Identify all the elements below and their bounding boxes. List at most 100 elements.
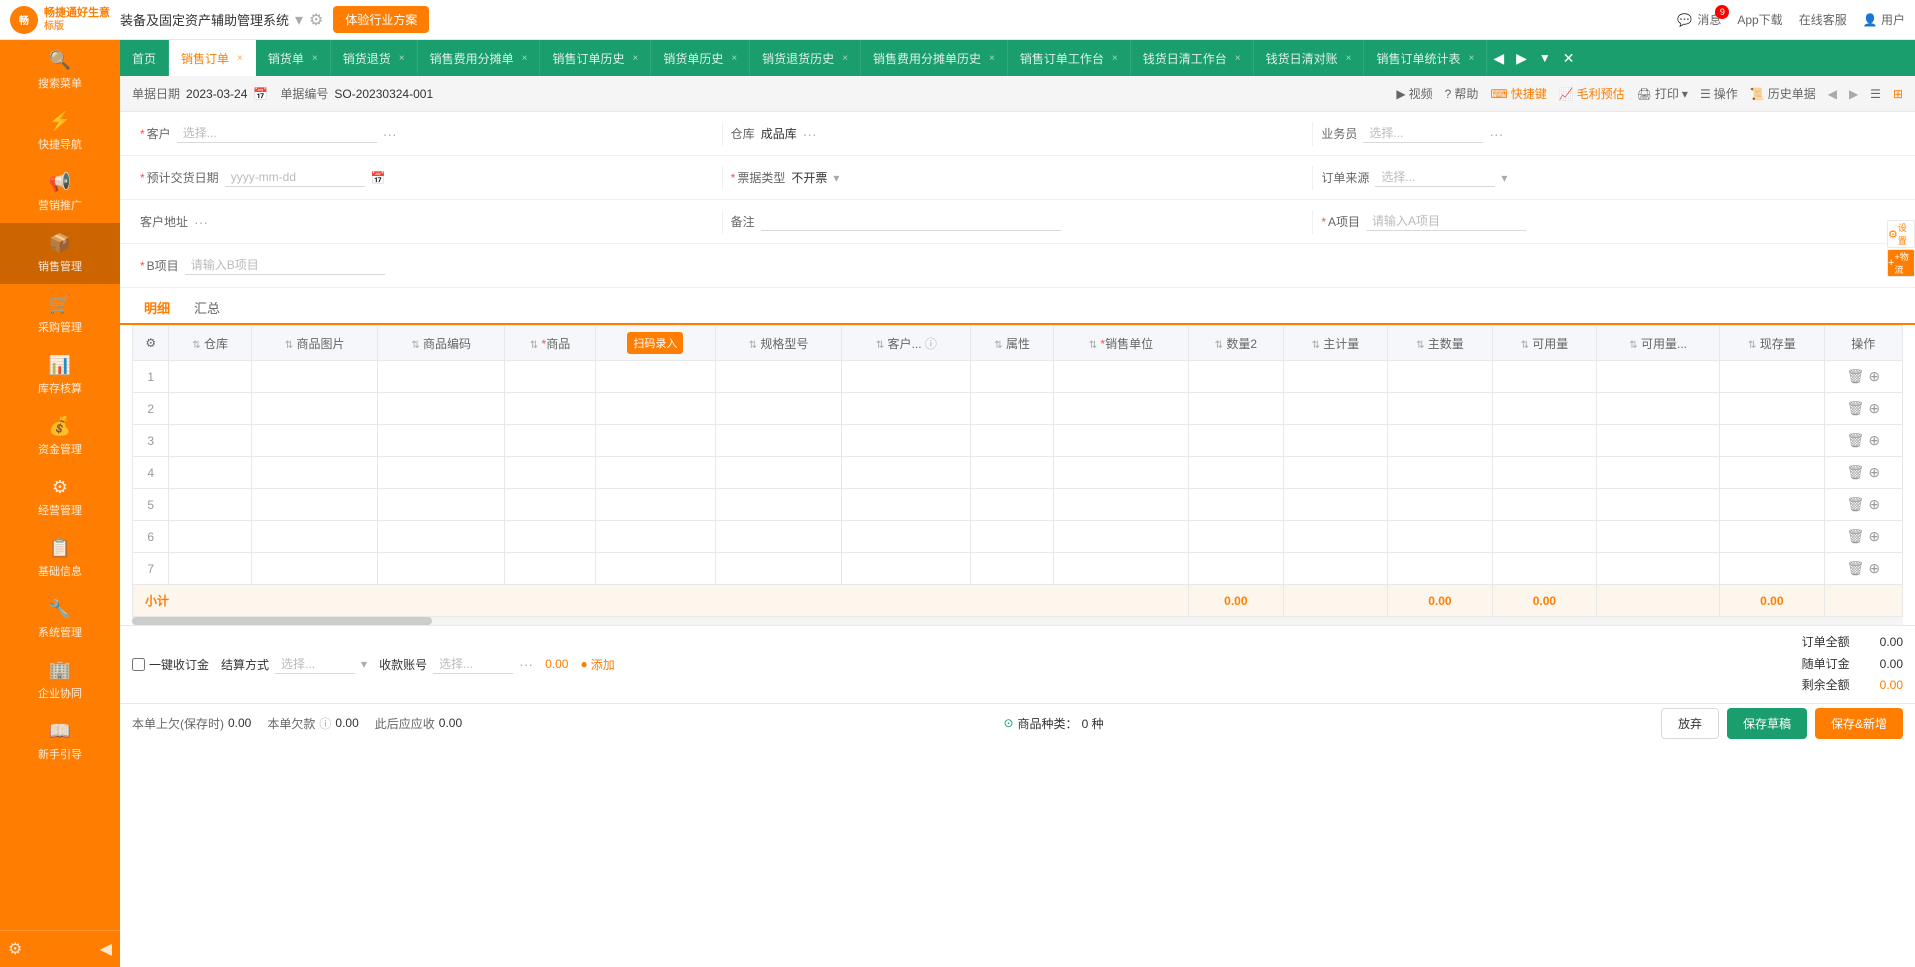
tab-sales-expense[interactable]: 销售费用分摊单 × <box>418 40 541 76</box>
receipt-no-expand[interactable]: ··· <box>519 656 533 672</box>
customer-input[interactable] <box>177 124 377 143</box>
row-2-customer-code[interactable] <box>842 393 971 425</box>
row-1-attributes[interactable] <box>971 361 1053 393</box>
sidebar-item-operations[interactable]: ⚙ 经营管理 <box>0 467 120 528</box>
col-customer-code[interactable]: ⇅ 客户... ⓘ <box>842 326 971 361</box>
right-panel-addgoods-btn[interactable]: + +物流 <box>1887 249 1915 277</box>
tab-cash-daily[interactable]: 钱货日清工作台 × <box>1131 40 1254 76</box>
add-receipt-btn[interactable]: ● 添加 <box>580 656 614 673</box>
tab-cash-reconcile[interactable]: 钱货日清对账 × <box>1254 40 1365 76</box>
row-1-code[interactable] <box>378 361 505 393</box>
one-click-checkbox-input[interactable] <box>132 658 145 671</box>
col-settings[interactable]: ⚙ <box>133 326 169 361</box>
tab-sales-report[interactable]: 销售订单统计表 × <box>1364 40 1487 76</box>
warehouse-expand-btn[interactable]: ··· <box>803 126 817 142</box>
row-5-delete-btn[interactable]: 🗑 <box>1847 496 1865 513</box>
system-dropdown-icon[interactable]: ▾ <box>295 10 303 30</box>
tab-more-btn[interactable]: ▼ <box>1533 51 1557 65</box>
row-4-delete-btn[interactable]: 🗑 <box>1847 464 1865 481</box>
notification-badge[interactable]: 💬 9 消息 <box>1677 11 1721 28</box>
row-2-code[interactable] <box>378 393 505 425</box>
row-2-qty2[interactable] <box>1189 393 1284 425</box>
horizontal-scrollbar[interactable] <box>132 617 1903 625</box>
delivery-date-icon[interactable]: 📅 <box>371 171 386 185</box>
tab-summary[interactable]: 汇总 <box>182 292 232 323</box>
row-4-copy-btn[interactable]: ⊕ <box>1868 464 1880 481</box>
row-2-copy-btn[interactable]: ⊕ <box>1868 400 1880 417</box>
row-1-main-qty[interactable] <box>1388 361 1493 393</box>
save-draft-button[interactable]: 保存草稿 <box>1727 708 1807 739</box>
sidebar-settings-btn[interactable]: ⚙ <box>8 939 22 959</box>
sidebar-item-finance[interactable]: 💰 资金管理 <box>0 406 120 467</box>
row-2-sales-unit[interactable] <box>1053 393 1188 425</box>
payment-method-dropdown[interactable]: ▾ <box>361 657 367 671</box>
row-1-delete-btn[interactable]: 🗑 <box>1847 368 1865 385</box>
col-main-qty[interactable]: ⇅ 主数量 <box>1388 326 1493 361</box>
scan-btn[interactable]: 扫码录入 <box>627 332 683 354</box>
tab-sales-return-close[interactable]: × <box>399 53 405 64</box>
delivery-date-input[interactable] <box>225 168 365 187</box>
tab-sales-workbench-close[interactable]: × <box>1112 53 1118 64</box>
user-avatar[interactable]: 👤 用户 <box>1863 11 1905 28</box>
tab-sales-expense-close[interactable]: × <box>522 53 528 64</box>
solution-button[interactable]: 体验行业方案 <box>333 6 429 33</box>
col-available2[interactable]: ⇅ 可用量... <box>1597 326 1720 361</box>
shortcut-btn[interactable]: ⌨ 快捷键 <box>1490 85 1546 102</box>
row-7-copy-btn[interactable]: ⊕ <box>1868 560 1880 577</box>
row-3-copy-btn[interactable]: ⊕ <box>1868 432 1880 449</box>
order-source-dropdown-icon[interactable]: ▾ <box>1501 171 1507 185</box>
row-2-attributes[interactable] <box>971 393 1053 425</box>
sidebar-item-enterprise[interactable]: 🏢 企业协同 <box>0 650 120 711</box>
ticket-type-dropdown-icon[interactable]: ▾ <box>833 171 839 185</box>
b-project-input[interactable] <box>185 256 385 275</box>
col-sales-unit[interactable]: ⇅ *销售单位 <box>1053 326 1188 361</box>
row-1-spec[interactable] <box>715 361 842 393</box>
save-new-button[interactable]: 保存&新增 <box>1815 708 1903 739</box>
app-download[interactable]: App下载 <box>1737 11 1782 28</box>
online-service[interactable]: 在线客服 <box>1799 11 1847 28</box>
row-1-sales-unit[interactable] <box>1053 361 1188 393</box>
tab-sales-goods-close[interactable]: × <box>312 53 318 64</box>
tab-sales-return-history[interactable]: 销货退货历史 × <box>750 40 861 76</box>
row-1-product[interactable] <box>504 361 595 393</box>
col-available[interactable]: ⇅ 可用量 <box>1492 326 1597 361</box>
tab-sales-order-history[interactable]: 销售订单历史 × <box>540 40 651 76</box>
col-qty2[interactable]: ⇅ 数量2 <box>1189 326 1284 361</box>
a-project-input[interactable] <box>1366 212 1526 231</box>
customer-address-expand-btn[interactable]: ··· <box>194 214 208 230</box>
row-6-copy-btn[interactable]: ⊕ <box>1868 528 1880 545</box>
history-btn[interactable]: 📜 历史单据 <box>1750 85 1816 102</box>
row-2-delete-btn[interactable]: 🗑 <box>1847 400 1865 417</box>
tab-sales-workbench[interactable]: 销售订单工作台 × <box>1008 40 1131 76</box>
col-spec[interactable]: ⇅ 规格型号 <box>715 326 842 361</box>
help-btn[interactable]: ? 帮助 <box>1445 85 1479 102</box>
prev-record-btn[interactable]: ◀ <box>1828 87 1837 101</box>
row-5-copy-btn[interactable]: ⊕ <box>1868 496 1880 513</box>
sidebar-item-quicknav[interactable]: ⚡ 快捷导航 <box>0 101 120 162</box>
profit-btn[interactable]: 📈 毛利预估 <box>1559 85 1625 102</box>
goods-count-icon[interactable]: ⊙ <box>1003 716 1013 730</box>
tab-sales-report-close[interactable]: × <box>1468 53 1474 64</box>
date-picker-icon[interactable]: 📅 <box>253 87 268 101</box>
row-1-customer-code[interactable] <box>842 361 971 393</box>
tab-cash-daily-close[interactable]: × <box>1235 53 1241 64</box>
order-source-input[interactable] <box>1375 168 1495 187</box>
row-2-warehouse[interactable] <box>169 393 251 425</box>
view-mode-grid-btn[interactable]: ⊞ <box>1893 87 1903 101</box>
receipt-no-input[interactable] <box>433 655 513 674</box>
col-main-unit[interactable]: ⇅ 主计量 <box>1283 326 1388 361</box>
salesperson-expand-btn[interactable]: ··· <box>1489 126 1503 142</box>
right-panel-settings-btn[interactable]: ⚙ 设置 <box>1887 220 1915 248</box>
row-1-warehouse[interactable] <box>169 361 251 393</box>
row-2-product[interactable] <box>504 393 595 425</box>
tab-sales-goods[interactable]: 销货单 × <box>256 40 331 76</box>
col-product[interactable]: ⇅ *商品 <box>504 326 595 361</box>
tab-sales-order-history-close[interactable]: × <box>632 53 638 64</box>
tab-sales-order[interactable]: 销售订单 × <box>169 40 256 76</box>
sidebar-item-baseinfo[interactable]: 📋 基础信息 <box>0 528 120 589</box>
discard-button[interactable]: 放弃 <box>1661 708 1719 739</box>
row-1-copy-btn[interactable]: ⊕ <box>1868 368 1880 385</box>
row-6-delete-btn[interactable]: 🗑 <box>1847 528 1865 545</box>
tab-home[interactable]: 首页 <box>120 40 169 76</box>
tab-sales-expense-history-close[interactable]: × <box>989 53 995 64</box>
